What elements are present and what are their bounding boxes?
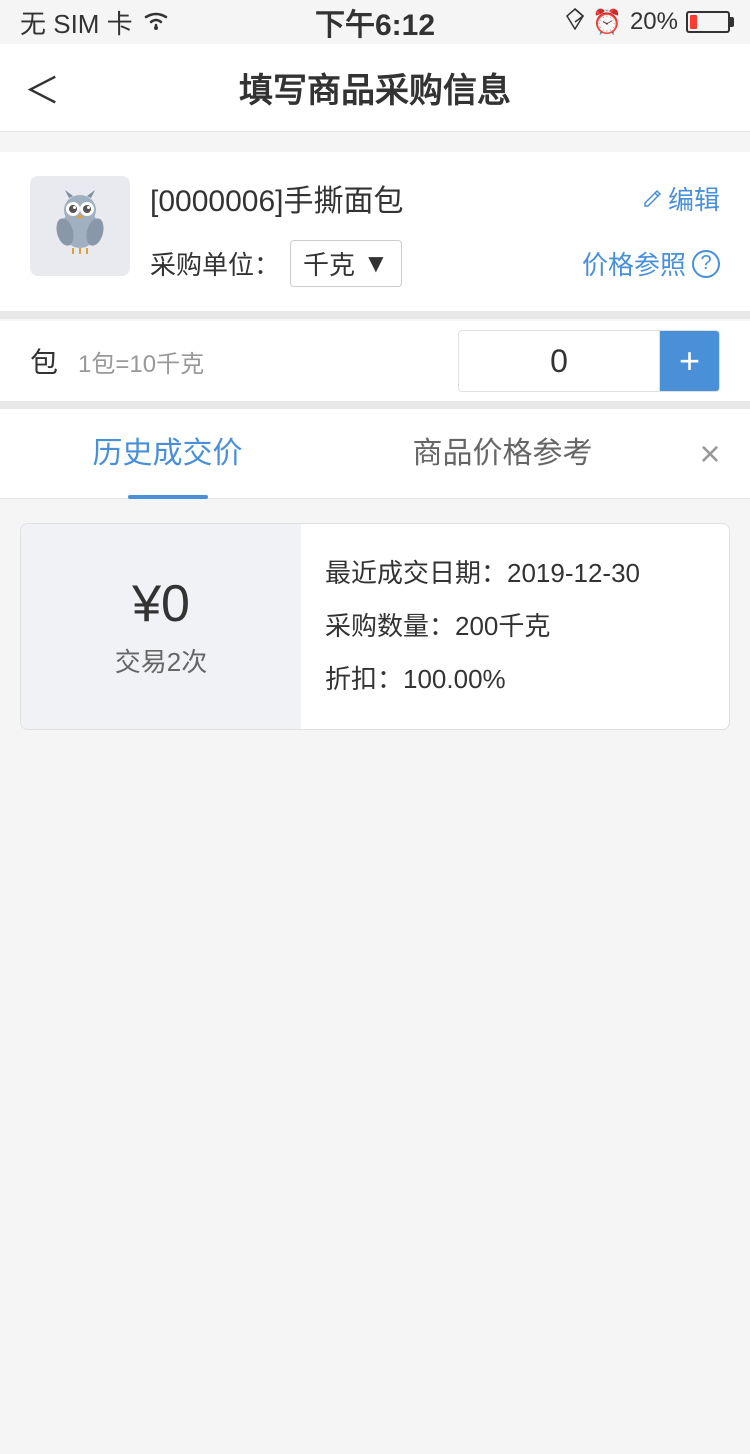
tabs-container: 历史成交价 商品价格参考 × bbox=[0, 409, 750, 499]
quantity-input-group: + bbox=[458, 330, 720, 392]
price-card-container: ¥0 交易2次 最近成交日期：2019-12-30 采购数量：200千克 折扣：… bbox=[0, 499, 750, 754]
price-left-panel: ¥0 交易2次 bbox=[21, 524, 301, 729]
quantity-hint: 1包=10千克 bbox=[78, 344, 204, 379]
status-bar: 无 SIM 卡 下午6:12 ⏰ 20% bbox=[0, 0, 750, 44]
purchase-quantity-row: 采购数量：200千克 bbox=[325, 607, 705, 646]
recent-date-row: 最近成交日期：2019-12-30 bbox=[325, 554, 705, 593]
price-card: ¥0 交易2次 最近成交日期：2019-12-30 采购数量：200千克 折扣：… bbox=[20, 523, 730, 730]
product-unit-row: 采购单位： 千克 ▼ 价格参照 ? bbox=[150, 240, 720, 287]
price-ref-link[interactable]: 价格参照 ? bbox=[582, 245, 720, 282]
nav-bar: ＜ 填写商品采购信息 bbox=[0, 44, 750, 132]
back-button[interactable]: ＜ bbox=[24, 62, 60, 114]
location-icon bbox=[566, 8, 584, 37]
carrier-text: 无 SIM 卡 bbox=[20, 4, 133, 41]
unit-chevron-icon: ▼ bbox=[363, 248, 389, 279]
tab-close-button[interactable]: × bbox=[670, 409, 750, 499]
battery-icon bbox=[686, 8, 730, 36]
quantity-unit-label: 包 bbox=[30, 341, 58, 381]
price-transactions: 交易2次 bbox=[115, 642, 207, 679]
discount-value: 100.00% bbox=[403, 664, 506, 694]
discount-label: 折扣： bbox=[325, 664, 403, 694]
quantity-row: 包 1包=10千克 + bbox=[0, 321, 750, 401]
battery-percent: 20% bbox=[630, 8, 678, 36]
product-logo-icon bbox=[45, 186, 115, 266]
wifi-icon bbox=[141, 7, 171, 38]
price-ref-label: 价格参照 bbox=[582, 245, 686, 282]
price-right-panel: 最近成交日期：2019-12-30 采购数量：200千克 折扣：100.00% bbox=[301, 524, 729, 729]
status-time: 下午6:12 bbox=[315, 0, 435, 44]
quantity-plus-button[interactable]: + bbox=[659, 331, 719, 391]
edit-button[interactable]: 编辑 bbox=[642, 180, 720, 217]
tab-history-price[interactable]: 历史成交价 bbox=[0, 409, 335, 499]
unit-value: 千克 bbox=[303, 245, 355, 282]
price-amount: ¥0 bbox=[132, 574, 190, 634]
product-thumbnail bbox=[30, 176, 130, 276]
help-icon: ? bbox=[692, 250, 720, 278]
product-card: [0000006]手撕面包 编辑 采购单位： 千克 ▼ 价格参照 ? bbox=[0, 152, 750, 311]
product-name: [0000006]手撕面包 bbox=[150, 176, 403, 220]
purchase-quantity-value: 200千克 bbox=[455, 611, 550, 641]
recent-date-label: 最近成交日期： bbox=[325, 558, 507, 588]
tab-price-reference[interactable]: 商品价格参考 bbox=[335, 409, 670, 499]
purchase-quantity-label: 采购数量： bbox=[325, 611, 455, 641]
status-left: 无 SIM 卡 bbox=[20, 4, 171, 41]
recent-date-value: 2019-12-30 bbox=[507, 558, 640, 588]
separator-1 bbox=[0, 311, 750, 319]
alarm-icon: ⏰ bbox=[592, 8, 622, 37]
page-title: 填写商品采购信息 bbox=[239, 63, 511, 112]
product-info: [0000006]手撕面包 编辑 采购单位： 千克 ▼ 价格参照 ? bbox=[150, 176, 720, 287]
discount-row: 折扣：100.00% bbox=[325, 660, 705, 699]
unit-label: 采购单位： bbox=[150, 245, 280, 282]
product-header: [0000006]手撕面包 编辑 bbox=[150, 176, 720, 220]
quantity-input[interactable] bbox=[459, 331, 659, 391]
status-right: ⏰ 20% bbox=[566, 8, 730, 37]
main-content bbox=[0, 754, 750, 1454]
unit-select[interactable]: 千克 ▼ bbox=[290, 240, 402, 287]
